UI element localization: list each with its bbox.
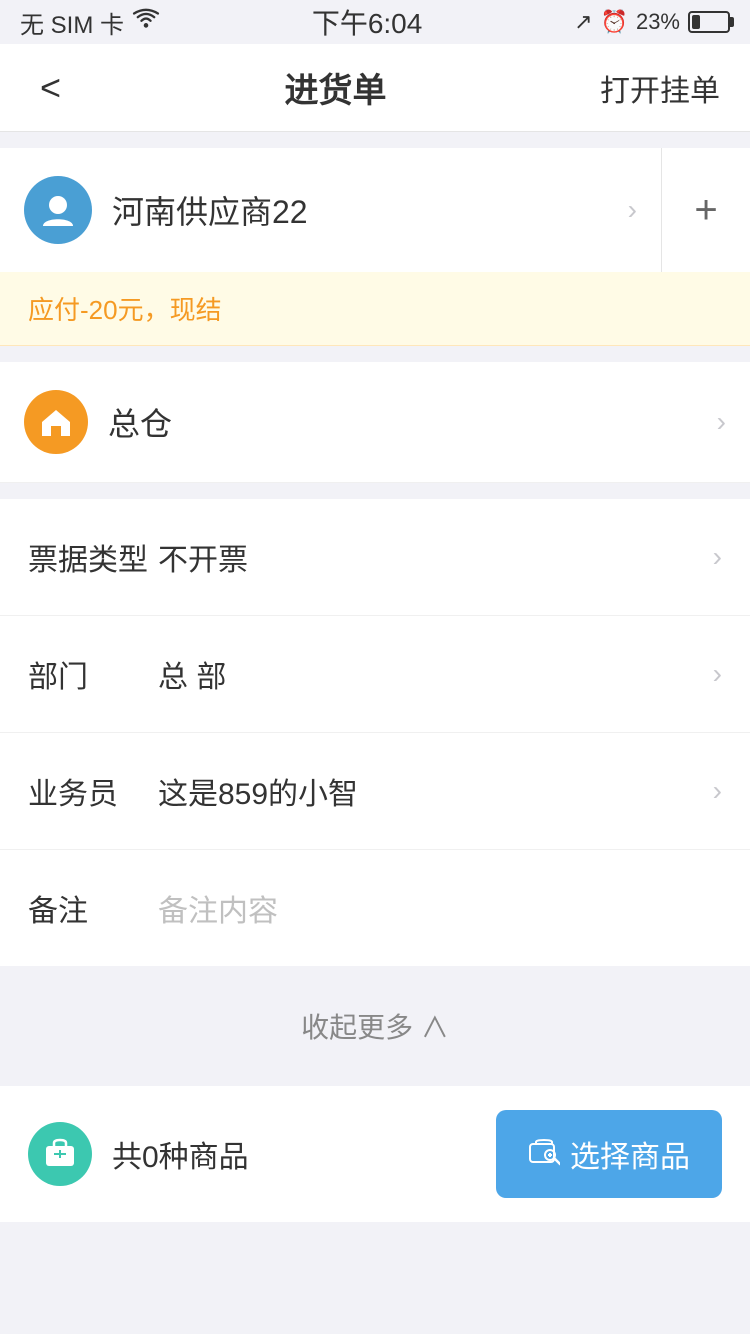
nav-bar: < 进货单 打开挂单 — [0, 44, 750, 132]
location-icon: ↗ — [574, 9, 592, 35]
carrier-label: 无 SIM 卡 — [20, 5, 124, 40]
battery-icon — [688, 11, 730, 33]
status-bar: 无 SIM 卡 下午6:04 ↗ ⏰ 23% — [0, 0, 750, 44]
battery-percent: 23% — [636, 9, 680, 35]
salesperson-value: 这是859的小智 — [158, 769, 703, 813]
open-pending-button[interactable]: 打开挂单 — [600, 66, 720, 110]
ticket-type-row[interactable]: 票据类型 不开票 › — [0, 499, 750, 616]
select-goods-icon — [528, 1138, 560, 1170]
remark-input[interactable]: 备注内容 — [158, 886, 722, 930]
remark-row[interactable]: 备注 备注内容 — [0, 850, 750, 966]
notice-bar: 应付-20元，现结 — [0, 272, 750, 346]
department-label: 部门 — [28, 652, 158, 696]
select-goods-label: 选择商品 — [570, 1132, 690, 1176]
notice-text: 应付-20元，现结 — [28, 295, 222, 325]
section-divider-2 — [0, 346, 750, 362]
status-time: 下午6:04 — [312, 2, 423, 42]
department-value: 总 部 — [158, 652, 703, 696]
form-section: 票据类型 不开票 › 部门 总 部 › 业务员 这是859的小智 › 备注 备注… — [0, 499, 750, 966]
department-chevron-icon: › — [713, 658, 722, 690]
add-supplier-button[interactable]: + — [662, 188, 750, 233]
ticket-type-chevron-icon: › — [713, 541, 722, 573]
warehouse-chevron-icon: › — [717, 406, 726, 438]
remark-label: 备注 — [28, 886, 158, 930]
status-left: 无 SIM 卡 — [20, 5, 160, 40]
supplier-name: 河南供应商22 — [112, 187, 618, 233]
goods-count-label: 共0种商品 — [112, 1132, 496, 1176]
warehouse-icon — [24, 390, 88, 454]
salesperson-label: 业务员 — [28, 769, 158, 813]
page-title: 进货单 — [285, 63, 387, 112]
supplier-selector[interactable]: 河南供应商22 › — [0, 148, 662, 272]
supplier-avatar — [24, 176, 92, 244]
back-button[interactable]: < — [30, 57, 71, 119]
salesperson-chevron-icon: › — [713, 775, 722, 807]
status-right: ↗ ⏰ 23% — [574, 9, 730, 35]
warehouse-section[interactable]: 总仓 › — [0, 362, 750, 483]
supplier-chevron-icon: › — [628, 194, 637, 226]
main-content: 河南供应商22 › + 应付-20元，现结 总仓 › 票据类型 不开票 › 部门… — [0, 132, 750, 1334]
section-divider-1 — [0, 132, 750, 148]
bottom-section: 共0种商品 选择商品 — [0, 1086, 750, 1222]
alarm-icon: ⏰ — [601, 9, 628, 35]
ticket-type-label: 票据类型 — [28, 535, 158, 579]
goods-icon — [28, 1122, 92, 1186]
wifi-icon — [132, 8, 160, 36]
supplier-section: 河南供应商22 › + — [0, 148, 750, 272]
collapse-bar[interactable]: 收起更多 ∧ — [0, 982, 750, 1070]
salesperson-row[interactable]: 业务员 这是859的小智 › — [0, 733, 750, 850]
select-goods-button[interactable]: 选择商品 — [496, 1110, 722, 1198]
ticket-type-value: 不开票 — [158, 535, 703, 579]
warehouse-name: 总仓 — [108, 399, 707, 445]
department-row[interactable]: 部门 总 部 › — [0, 616, 750, 733]
